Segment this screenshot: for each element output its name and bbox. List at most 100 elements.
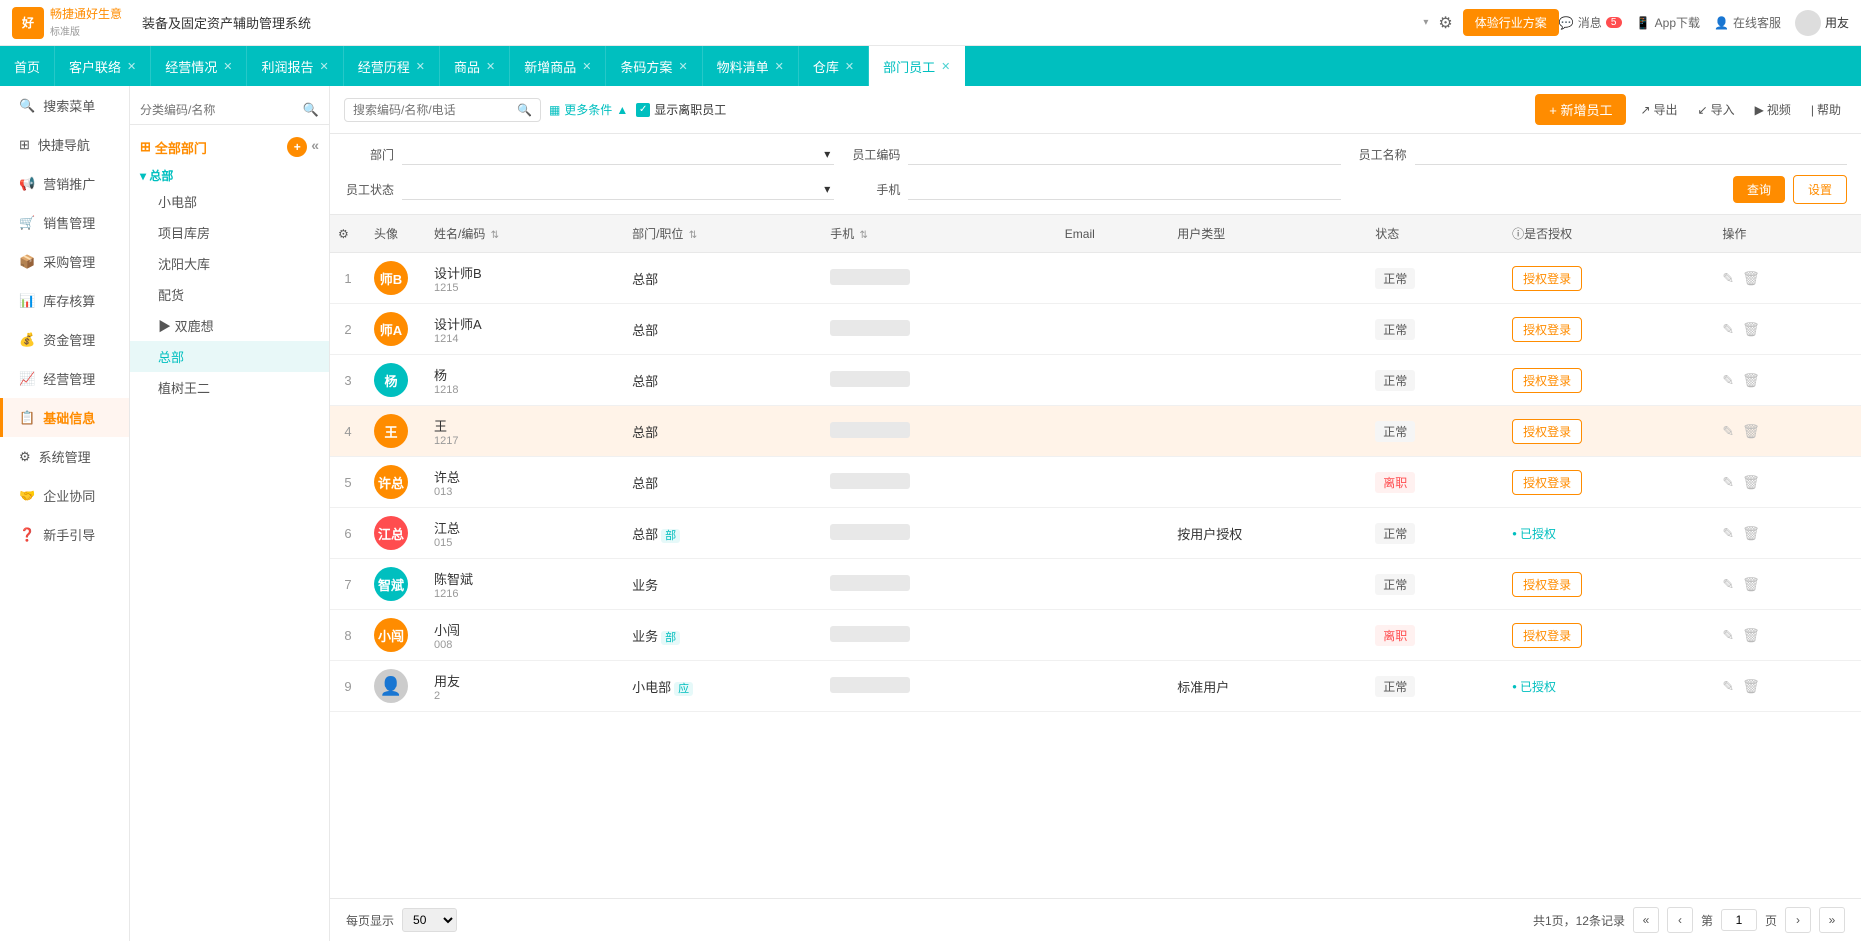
- close-icon[interactable]: ✕: [678, 60, 687, 73]
- close-icon[interactable]: ✕: [320, 60, 329, 73]
- tab-history[interactable]: 经营历程 ✕: [344, 46, 440, 86]
- last-page-button[interactable]: »: [1819, 907, 1845, 933]
- col-dept-position[interactable]: 部门/职位 ⇅: [624, 215, 822, 253]
- row-auth[interactable]: 授权登录: [1504, 559, 1714, 610]
- online-service-btn[interactable]: 👤 在线客服: [1714, 14, 1781, 31]
- delete-icon[interactable]: 🗑: [1742, 678, 1760, 695]
- message-btn[interactable]: 💬 消息 5: [1559, 14, 1622, 31]
- auth-login-button[interactable]: 授权登录: [1512, 470, 1582, 495]
- row-auth[interactable]: 已授权: [1504, 661, 1714, 712]
- dept-filter-select[interactable]: ▾: [402, 144, 834, 165]
- sidebar-item-basic[interactable]: 📋 基础信息: [0, 398, 129, 437]
- sidebar-item-finance[interactable]: 💰 资金管理: [0, 320, 129, 359]
- edit-icon[interactable]: ✎: [1722, 423, 1734, 440]
- delete-icon[interactable]: 🗑: [1742, 627, 1760, 644]
- col-gear[interactable]: ⚙: [330, 215, 366, 253]
- phone-input[interactable]: [908, 179, 1340, 200]
- help-button[interactable]: | 帮助: [1805, 97, 1847, 122]
- delete-icon[interactable]: 🗑: [1742, 372, 1760, 389]
- close-icon[interactable]: ✕: [486, 60, 495, 73]
- sys-dropdown-arrow[interactable]: ▾: [1423, 17, 1428, 28]
- delete-icon[interactable]: 🗑: [1742, 474, 1760, 491]
- dept-search-input[interactable]: [140, 103, 303, 117]
- sidebar-item-quick-nav[interactable]: ⊞ 快捷导航: [0, 125, 129, 164]
- row-auth[interactable]: 授权登录: [1504, 355, 1714, 406]
- tab-goods[interactable]: 商品 ✕: [440, 46, 510, 86]
- tab-profit[interactable]: 利润报告 ✕: [247, 46, 343, 86]
- row-auth[interactable]: 授权登录: [1504, 253, 1714, 304]
- tab-warehouse[interactable]: 仓库 ✕: [799, 46, 869, 86]
- edit-icon[interactable]: ✎: [1722, 525, 1734, 542]
- add-employee-button[interactable]: + 新增员工: [1535, 94, 1626, 125]
- edit-icon[interactable]: ✎: [1722, 627, 1734, 644]
- tab-customer[interactable]: 客户联络 ✕: [55, 46, 151, 86]
- delete-icon[interactable]: 🗑: [1742, 270, 1760, 287]
- export-button[interactable]: ↗ 导出: [1634, 97, 1683, 122]
- row-auth[interactable]: 授权登录: [1504, 457, 1714, 508]
- auth-login-button[interactable]: 授权登录: [1512, 368, 1582, 393]
- delete-icon[interactable]: 🗑: [1742, 321, 1760, 338]
- delete-icon[interactable]: 🗑: [1742, 576, 1760, 593]
- tab-dept-staff[interactable]: 部门员工 ✕: [869, 46, 965, 86]
- sidebar-item-search[interactable]: 🔍 搜索菜单: [0, 86, 129, 125]
- row-auth[interactable]: 授权登录: [1504, 406, 1714, 457]
- close-icon[interactable]: ✕: [582, 60, 591, 73]
- next-page-button[interactable]: ›: [1785, 907, 1811, 933]
- delete-icon[interactable]: 🗑: [1742, 423, 1760, 440]
- close-icon[interactable]: ✕: [941, 60, 950, 73]
- sidebar-item-purchase[interactable]: 📦 采购管理: [0, 242, 129, 281]
- col-phone[interactable]: 手机 ⇅: [822, 215, 1057, 253]
- dept-item-general[interactable]: 总部: [130, 341, 329, 372]
- dept-add-button[interactable]: +: [287, 137, 307, 157]
- import-button[interactable]: ↙ 导入: [1692, 97, 1741, 122]
- tab-add-goods[interactable]: 新增商品 ✕: [510, 46, 606, 86]
- page-input[interactable]: [1721, 909, 1757, 931]
- video-button[interactable]: ▶ 视频: [1749, 97, 1797, 122]
- sidebar-item-system[interactable]: ⚙ 系统管理: [0, 437, 129, 476]
- dept-item-shenyang[interactable]: 沈阳大库: [130, 248, 329, 279]
- user-area[interactable]: 用友: [1795, 10, 1849, 36]
- sidebar-item-marketing[interactable]: 📢 营销推广: [0, 164, 129, 203]
- edit-icon[interactable]: ✎: [1722, 372, 1734, 389]
- dept-item-shuanglu[interactable]: ▶ 双鹿想: [130, 310, 329, 341]
- edit-icon[interactable]: ✎: [1722, 678, 1734, 695]
- close-icon[interactable]: ✕: [127, 60, 136, 73]
- trial-button[interactable]: 体验行业方案: [1463, 9, 1559, 36]
- auth-login-button[interactable]: 授权登录: [1512, 572, 1582, 597]
- prev-page-button[interactable]: ‹: [1667, 907, 1693, 933]
- search-input[interactable]: [353, 103, 513, 117]
- close-icon[interactable]: ✕: [223, 60, 232, 73]
- close-icon[interactable]: ✕: [775, 60, 784, 73]
- dept-all-label[interactable]: ⊞ 全部部门 + «: [130, 131, 329, 163]
- auth-login-button[interactable]: 授权登录: [1512, 317, 1582, 342]
- employee-code-input[interactable]: [908, 144, 1340, 165]
- search-button[interactable]: 查询: [1733, 176, 1785, 203]
- more-filter-btn[interactable]: ▦ 更多条件 ▲: [549, 101, 628, 118]
- dept-item-distribution[interactable]: 配货: [130, 279, 329, 310]
- tab-home[interactable]: 首页: [0, 46, 55, 86]
- first-page-button[interactable]: «: [1633, 907, 1659, 933]
- row-auth[interactable]: 已授权: [1504, 508, 1714, 559]
- edit-icon[interactable]: ✎: [1722, 270, 1734, 287]
- employee-name-input[interactable]: [1415, 144, 1847, 165]
- auth-login-button[interactable]: 授权登录: [1512, 266, 1582, 291]
- employee-status-select[interactable]: ▾: [402, 179, 834, 200]
- edit-icon[interactable]: ✎: [1722, 321, 1734, 338]
- gear-icon[interactable]: ⚙: [1438, 13, 1452, 33]
- dept-search-box[interactable]: 🔍: [130, 96, 329, 125]
- app-download-btn[interactable]: 📱 App下载: [1636, 14, 1700, 31]
- sidebar-item-sales[interactable]: 🛒 销售管理: [0, 203, 129, 242]
- delete-icon[interactable]: 🗑: [1742, 525, 1760, 542]
- show-resign-toggle[interactable]: ✓ 显示离职员工: [636, 101, 726, 118]
- col-name-code[interactable]: 姓名/编码 ⇅: [426, 215, 624, 253]
- sidebar-item-operations[interactable]: 📈 经营管理: [0, 359, 129, 398]
- dept-item-project-store[interactable]: 项目库房: [130, 217, 329, 248]
- sidebar-item-inventory[interactable]: 📊 库存核算: [0, 281, 129, 320]
- dept-item-plants-king[interactable]: 植树王二: [130, 372, 329, 403]
- sidebar-item-guide[interactable]: ❓ 新手引导: [0, 515, 129, 554]
- settings-icon[interactable]: ⚙: [338, 227, 349, 241]
- auth-login-button[interactable]: 授权登录: [1512, 623, 1582, 648]
- dept-item-small-elec[interactable]: 小电部: [130, 186, 329, 217]
- row-auth[interactable]: 授权登录: [1504, 304, 1714, 355]
- search-box[interactable]: 🔍: [344, 98, 541, 122]
